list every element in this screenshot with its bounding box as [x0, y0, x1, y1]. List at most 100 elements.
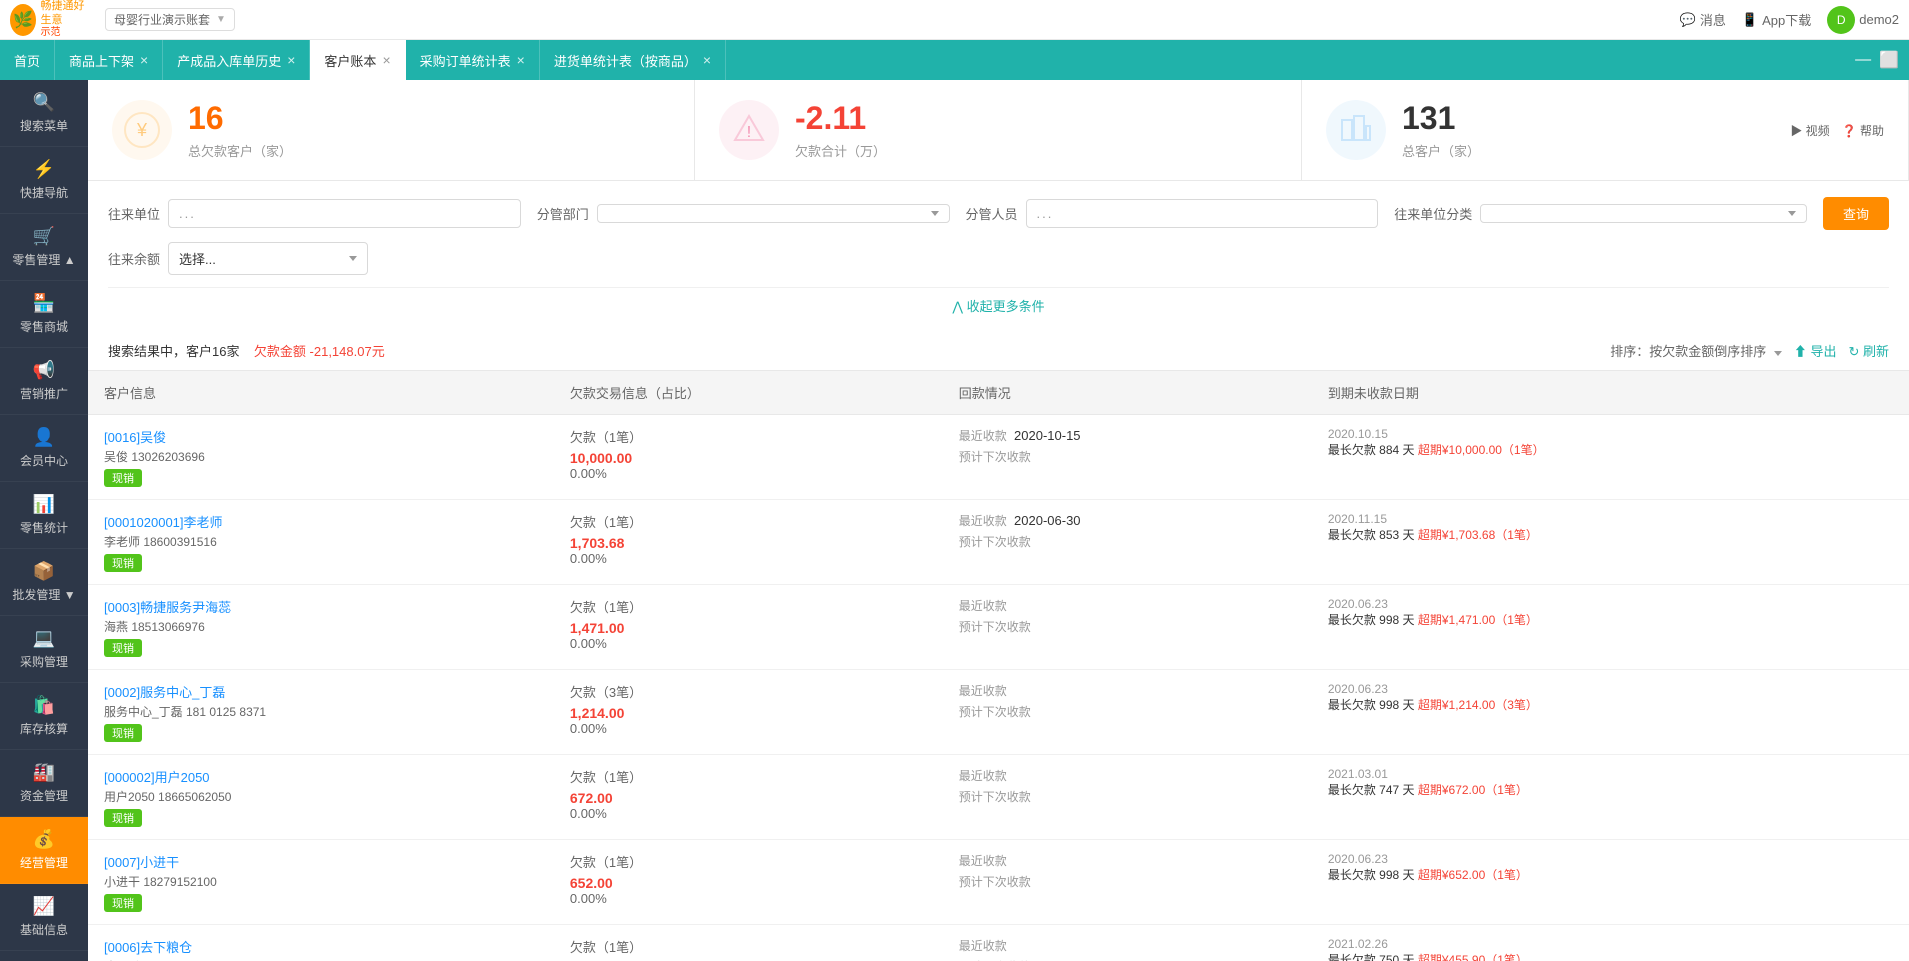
sidebar-item-quick-nav[interactable]: ⚡ 快捷导航	[0, 147, 88, 214]
overdue-link-4[interactable]: 超期¥672.00（1笔）	[1418, 783, 1528, 797]
overdue-link-3[interactable]: 超期¥1,214.00（3笔）	[1418, 698, 1538, 712]
overdue-link-1[interactable]: 超期¥1,703.68（1笔）	[1418, 528, 1538, 542]
recent-label-4: 最近收款	[959, 769, 1007, 783]
sidebar-item-purchase-mgmt[interactable]: 🛍️ 库存核算	[0, 683, 88, 750]
app-download-btn[interactable]: 📱 App下载	[1742, 10, 1811, 29]
customer-tag-5: 现销	[104, 894, 142, 912]
tab-products-label: 商品上下架	[69, 51, 134, 70]
export-btn[interactable]: ⬆ 导出	[1794, 341, 1837, 360]
cell-due-5: 2020.06.23 最长欠款 998 天 超期¥652.00（1笔）	[1312, 840, 1909, 925]
table-row: [0002]服务中心_丁磊 服务中心_丁磊 181 0125 8371 现销 欠…	[88, 670, 1909, 755]
cell-due-0: 2020.10.15 最长欠款 884 天 超期¥10,000.00（1笔）	[1312, 415, 1909, 500]
tab-purchase-order[interactable]: 采购订单统计表 ×	[406, 40, 540, 80]
balance-select[interactable]: 选择...	[168, 242, 368, 275]
partner-input[interactable]: ...	[168, 199, 521, 228]
tab-products-close[interactable]: ×	[140, 52, 148, 68]
customer-phone-0: 吴俊 13026203696	[104, 448, 538, 465]
overdue-link-5[interactable]: 超期¥652.00（1笔）	[1418, 868, 1528, 882]
sidebar-item-purchase-mgmt-label: 库存核算	[20, 720, 68, 737]
dept-select[interactable]	[597, 204, 950, 223]
maximize-btn[interactable]: ⬜	[1879, 50, 1899, 70]
customer-name-1[interactable]: [0001020001]李老师	[104, 512, 538, 531]
tab-production[interactable]: 产成品入库单历史 ×	[163, 40, 310, 80]
debt-percent-5: 0.00%	[570, 891, 927, 906]
tab-production-close[interactable]: ×	[287, 52, 295, 68]
sidebar-item-business-mgmt-label: 基础信息	[20, 921, 68, 938]
sidebar-item-batch-mgmt[interactable]: 📦 批发管理 ▼	[0, 549, 88, 616]
retail-store-icon: 🏪	[33, 293, 55, 314]
sidebar-item-retail-mgmt[interactable]: 🛒 零售管理 ▲	[0, 214, 88, 281]
app-wrapper: 🌿 畅捷通好生意 示范 母婴行业演示账套 ▼ 💬 消息 📱 App下载 D de…	[0, 0, 1909, 961]
overdue-days-6: 最长欠款 750 天	[1328, 953, 1418, 961]
customer-name-4[interactable]: [000002]用户2050	[104, 767, 538, 786]
total-customers-icon	[1326, 100, 1386, 160]
collapse-bar[interactable]: ⋀ 收起更多条件	[108, 287, 1889, 323]
cell-due-1: 2020.11.15 最长欠款 853 天 超期¥1,703.68（1笔）	[1312, 500, 1909, 585]
debt-count-2: 欠款（1笔）	[570, 597, 927, 616]
debt-count-6: 欠款（1笔）	[570, 937, 927, 956]
sidebar-item-search[interactable]: 🔍 搜索菜单	[0, 80, 88, 147]
help-btn[interactable]: ❓ 帮助	[1842, 122, 1884, 139]
recent-label-3: 最近收款	[959, 684, 1007, 698]
user-profile[interactable]: D demo2	[1827, 6, 1899, 34]
sidebar-item-basic-info[interactable]: 📋 系统管理	[0, 951, 88, 961]
sidebar-item-inventory[interactable]: 🏭 资金管理	[0, 750, 88, 817]
tab-incoming-stats[interactable]: 进货单统计表（按商品） ×	[540, 40, 726, 80]
customer-name-2[interactable]: [0003]畅捷服务尹海蕊	[104, 597, 538, 616]
sidebar-item-retail-stats[interactable]: 📊 零售统计	[0, 482, 88, 549]
sidebar-item-business-mgmt[interactable]: 📈 基础信息	[0, 884, 88, 951]
debt-amount-2[interactable]: 1,471.00	[570, 620, 927, 636]
due-date-3: 2020.06.23	[1328, 682, 1893, 696]
tab-purchase-order-close[interactable]: ×	[517, 52, 525, 68]
person-input[interactable]: ...	[1026, 199, 1379, 228]
customer-name-6[interactable]: [0006]去下粮仓	[104, 937, 538, 956]
overdue-link-2[interactable]: 超期¥1,471.00（1笔）	[1418, 613, 1538, 627]
view-video-btn[interactable]: ▶ 视频	[1790, 122, 1829, 139]
debt-amount-5[interactable]: 652.00	[570, 875, 927, 891]
person-dots: ...	[1037, 206, 1054, 221]
next-label-3: 预计下次收款	[959, 703, 1296, 720]
retail-mgmt-icon: 🛒	[33, 226, 55, 247]
avatar: D	[1827, 6, 1855, 34]
filter-group-person: 分管人员 ...	[966, 199, 1379, 228]
sidebar-item-member[interactable]: 👤 会员中心	[0, 415, 88, 482]
balance-dropdown-arrow	[349, 256, 357, 261]
cell-debt-0: 欠款（1笔） 10,000.00 0.00%	[554, 415, 943, 500]
cell-customer-5: [0007]小进干 小进干 18279152100 现销	[88, 840, 554, 925]
sidebar-item-finance[interactable]: 💰 经营管理	[0, 817, 88, 884]
query-button[interactable]: 查询	[1823, 197, 1889, 230]
cell-repayment-2: 最近收款 预计下次收款	[943, 585, 1312, 670]
sidebar-item-marketing[interactable]: 📢 营销推广	[0, 348, 88, 415]
tab-incoming-stats-close[interactable]: ×	[703, 52, 711, 68]
sidebar-item-retail-store[interactable]: 🏪 零售商城	[0, 281, 88, 348]
tab-home[interactable]: 首页	[0, 40, 55, 80]
overdue-link-6[interactable]: 超期¥455.90（1笔）	[1418, 953, 1528, 961]
debt-amount-4[interactable]: 672.00	[570, 790, 927, 806]
stat-total-customers: 131 总客户（家） ▶ 视频 ❓ 帮助	[1302, 80, 1909, 180]
customer-name-0[interactable]: [0016]吴俊	[104, 427, 538, 446]
customer-name-3[interactable]: [0002]服务中心_丁磊	[104, 682, 538, 701]
debt-percent-0: 0.00%	[570, 466, 927, 481]
debt-amount-1[interactable]: 1,703.68	[570, 535, 927, 551]
tab-customer-account[interactable]: 客户账本 ×	[310, 40, 405, 80]
store-selector[interactable]: 母婴行业演示账套 ▼	[105, 8, 235, 31]
debt-amount-0[interactable]: 10,000.00	[570, 450, 927, 466]
minimize-btn[interactable]: —	[1855, 51, 1871, 69]
sidebar-item-retail-stats-label: 零售统计	[20, 519, 68, 536]
message-btn[interactable]: 💬 消息	[1680, 10, 1726, 29]
debt-percent-2: 0.00%	[570, 636, 927, 651]
sidebar-item-inventory-label: 资金管理	[20, 787, 68, 804]
sidebar-item-ecommerce[interactable]: 💻 采购管理	[0, 616, 88, 683]
tab-customer-account-close[interactable]: ×	[382, 52, 390, 68]
next-label-4: 预计下次收款	[959, 788, 1296, 805]
overdue-amount-info: -2.11 欠款合计（万）	[795, 100, 1277, 160]
category-select[interactable]	[1480, 204, 1807, 223]
tab-products[interactable]: 商品上下架 ×	[55, 40, 163, 80]
refresh-btn[interactable]: ↻ 刷新	[1848, 341, 1889, 360]
debt-amount-3[interactable]: 1,214.00	[570, 705, 927, 721]
next-label-5: 预计下次收款	[959, 873, 1296, 890]
overdue-link-0[interactable]: 超期¥10,000.00（1笔）	[1418, 443, 1545, 457]
debt-percent-3: 0.00%	[570, 721, 927, 736]
sort-dropdown-arrow[interactable]	[1774, 351, 1782, 356]
customer-name-5[interactable]: [0007]小进干	[104, 852, 538, 871]
